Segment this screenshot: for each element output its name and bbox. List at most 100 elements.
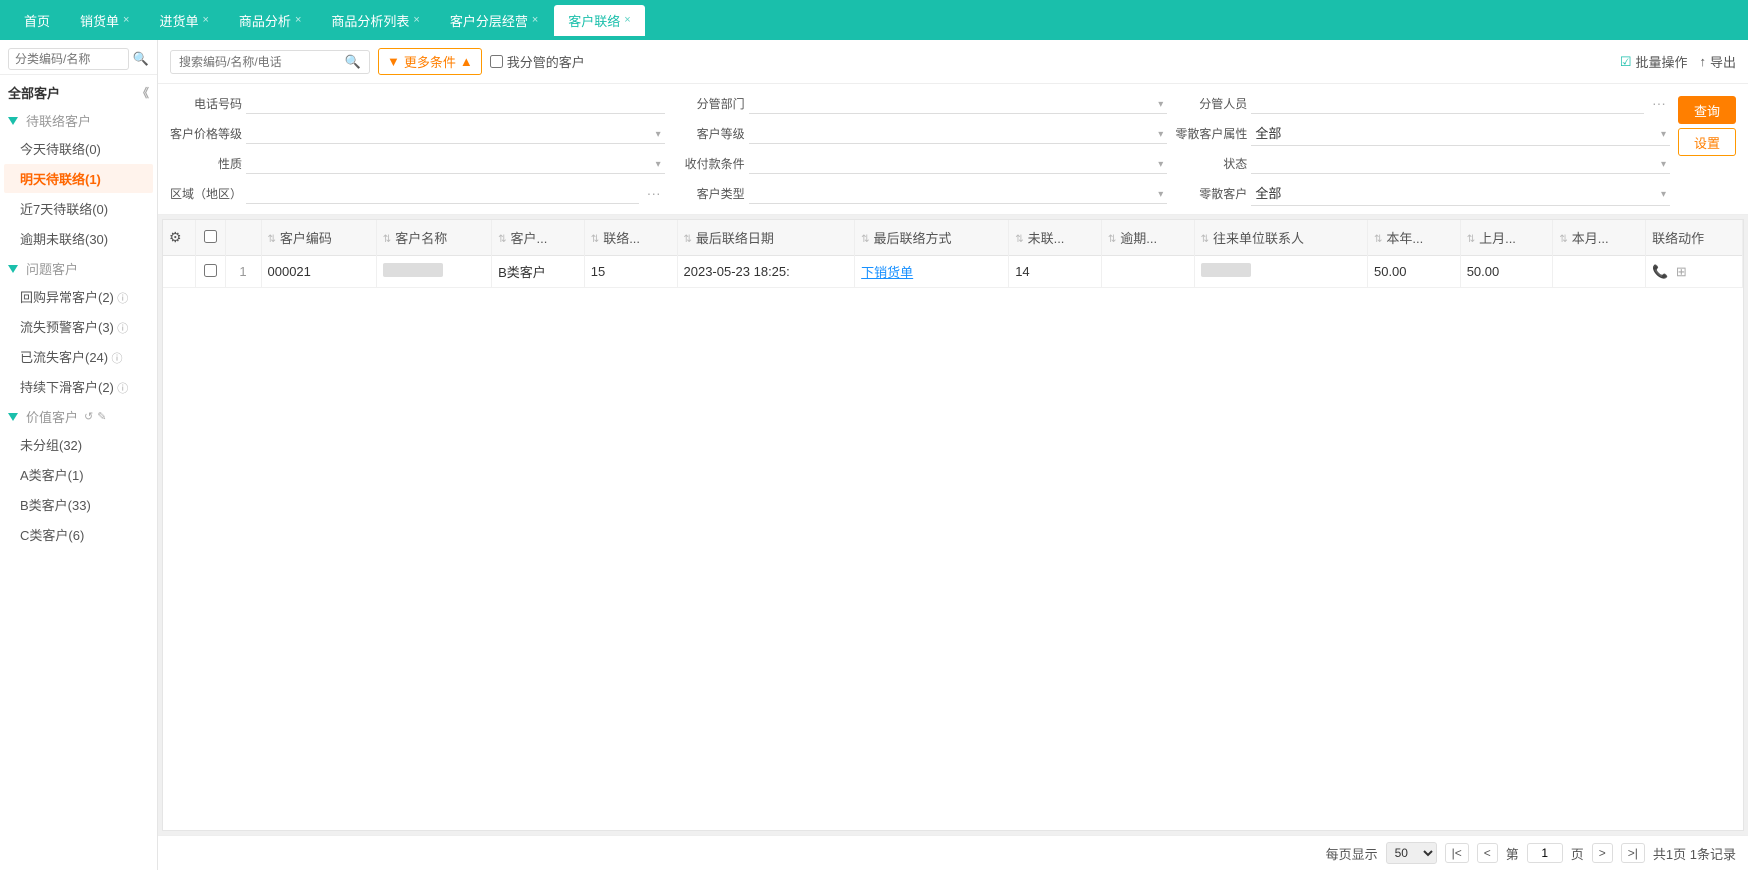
action-phone-icon[interactable]: 📞 [1652, 264, 1668, 279]
sort-this-month-icon[interactable] [1559, 230, 1569, 245]
payment-select[interactable] [749, 152, 1168, 174]
retail-attr-chevron-icon [1661, 125, 1666, 140]
filter-retail-attr: 零散客户属性 全部 [1175, 120, 1670, 146]
table-body: 1 000021 B类客户 15 [163, 256, 1743, 288]
td-this-year: 50.00 [1367, 256, 1460, 288]
filter-row-4: 区域（地区） ··· 客户类型 零散客户 [170, 180, 1670, 206]
pagination: 每页显示 50 100 |< < 第 页 > >| 共1页 1条记录 [158, 835, 1748, 870]
next-page-button[interactable]: > [1592, 843, 1613, 863]
sidebar-item-lostwarning[interactable]: 流失预警客户(3) ⓘ [4, 312, 153, 341]
retail-customer-select[interactable]: 全部 [1251, 180, 1670, 206]
sort-name-icon[interactable] [383, 230, 393, 245]
sort-category-icon[interactable] [498, 230, 508, 245]
filter-phone: 电话号码 [170, 93, 665, 114]
my-customers-checkbox[interactable] [490, 55, 503, 68]
th-overdue: 逾期... [1101, 220, 1194, 256]
last-page-button[interactable]: >| [1621, 843, 1645, 863]
action-more-icon[interactable]: ⊞ [1676, 264, 1687, 279]
page-size-select[interactable]: 50 100 [1386, 842, 1437, 864]
th-last-month: 上月... [1460, 220, 1553, 256]
area-more-icon[interactable]: ··· [643, 185, 665, 201]
filter-manager: 分管人员 ··· [1175, 93, 1670, 114]
phone-input[interactable] [246, 93, 665, 114]
td-last-month: 50.00 [1460, 256, 1553, 288]
close-商品分析-icon[interactable]: × [295, 14, 301, 26]
nav-item-商品分析[interactable]: 商品分析 × [225, 5, 315, 36]
query-button[interactable]: 查询 [1678, 96, 1736, 124]
select-all-checkbox[interactable] [204, 230, 217, 243]
set-button[interactable]: 设置 [1678, 128, 1736, 156]
export-button[interactable]: ↑ 导出 [1699, 52, 1736, 71]
row-checkbox[interactable] [204, 264, 217, 277]
sidebar-item-c-class[interactable]: C类客户(6) [4, 520, 153, 549]
customer-grade-select[interactable] [749, 122, 1168, 144]
my-customers-toggle[interactable]: 我分管的客户 [490, 52, 585, 71]
area-input[interactable] [246, 183, 639, 204]
all-customers-title[interactable]: 全部客户 《 [0, 75, 157, 106]
nav-item-商品分析列表[interactable]: 商品分析列表 × [317, 5, 433, 36]
nav-item-进货单[interactable]: 进货单 × [145, 5, 222, 36]
sort-this-year-icon[interactable] [1374, 230, 1384, 245]
sidebar-item-ungrouped[interactable]: 未分组(32) [4, 430, 153, 459]
customer-type-select[interactable] [749, 182, 1168, 204]
sort-last-month-icon[interactable] [1467, 230, 1477, 245]
more-filter-button[interactable]: ▼ 更多条件 ▲ [378, 48, 482, 75]
manager-more-icon[interactable]: ··· [1648, 95, 1670, 111]
sidebar-item-lost[interactable]: 已流失客户(24) ⓘ [4, 342, 153, 371]
nav-item-客户联络[interactable]: 客户联络 × [554, 5, 644, 36]
th-category: 客户... [492, 220, 585, 256]
price-grade-select[interactable] [246, 122, 665, 144]
edit-icon[interactable]: ✎ [97, 410, 106, 423]
filter-retail-customer: 零散客户 全部 [1175, 180, 1670, 206]
info-icon-abnormal: ⓘ [117, 293, 128, 305]
dept-select[interactable] [749, 92, 1168, 114]
sidebar-item-abnormal[interactable]: 回购异常客户(2) ⓘ [4, 282, 153, 311]
search-icon[interactable]: 🔍 [345, 54, 361, 70]
retail-attr-select[interactable]: 全部 [1251, 120, 1670, 146]
sort-code-icon[interactable] [268, 230, 278, 245]
sort-last-method-icon[interactable] [861, 230, 871, 245]
nav-home[interactable]: 首页 [10, 5, 64, 36]
td-last-date: 2023-05-23 18:25: [677, 256, 855, 288]
sidebar-item-7days[interactable]: 近7天待联络(0) [4, 194, 153, 223]
filter-gender: 性质 [170, 152, 665, 174]
first-page-button[interactable]: |< [1445, 843, 1469, 863]
gender-select[interactable] [246, 152, 665, 174]
prev-page-button[interactable]: < [1477, 843, 1498, 863]
sidebar-search-icon[interactable]: 🔍 [133, 51, 149, 67]
sidebar-item-today[interactable]: 今天待联络(0) [4, 134, 153, 163]
customer-grade-chevron-icon [1158, 125, 1163, 140]
close-客户分层经营-icon[interactable]: × [532, 14, 538, 26]
close-商品分析列表-icon[interactable]: × [413, 14, 419, 26]
column-settings-icon[interactable]: ⚙ [169, 229, 182, 245]
th-action: 联络动作 [1646, 220, 1743, 256]
manager-input[interactable] [1251, 93, 1644, 114]
close-销货单-icon[interactable]: × [123, 14, 129, 26]
sidebar-item-a-class[interactable]: A类客户(1) [4, 460, 153, 489]
th-this-month: 本月... [1553, 220, 1646, 256]
refresh-icon[interactable]: ↺ [84, 410, 93, 423]
sort-uncontacted-icon[interactable] [1015, 230, 1025, 245]
page-input[interactable] [1527, 843, 1563, 863]
sidebar-item-tomorrow[interactable]: 明天待联络(1) [4, 164, 153, 193]
sort-last-date-icon[interactable] [684, 230, 694, 245]
close-进货单-icon[interactable]: × [202, 14, 208, 26]
sort-company-contact-icon[interactable] [1201, 230, 1211, 245]
sidebar-item-overdue[interactable]: 逾期未联络(30) [4, 224, 153, 253]
sidebar-item-b-class[interactable]: B类客户(33) [4, 490, 153, 519]
th-this-year: 本年... [1367, 220, 1460, 256]
filter-row-3: 性质 收付款条件 状态 [170, 152, 1670, 174]
sort-overdue-icon[interactable] [1108, 230, 1118, 245]
last-method-link[interactable]: 下销货单 [861, 265, 913, 280]
search-input[interactable] [179, 55, 341, 69]
close-客户联络-icon[interactable]: × [624, 14, 630, 26]
sidebar-item-declining[interactable]: 持续下滑客户(2) ⓘ [4, 372, 153, 401]
sort-contact-icon[interactable] [591, 230, 601, 245]
status-select[interactable] [1251, 152, 1670, 174]
sidebar-search-input[interactable] [8, 48, 129, 70]
batch-operation-button[interactable]: ☑ 批量操作 [1620, 52, 1688, 71]
content-area: 🔍 ▼ 更多条件 ▲ 我分管的客户 ☑ 批量操作 ↑ 导出 [158, 40, 1748, 870]
td-settings [163, 256, 195, 288]
nav-item-销货单[interactable]: 销货单 × [66, 5, 143, 36]
nav-item-客户分层经营[interactable]: 客户分层经营 × [436, 5, 552, 36]
